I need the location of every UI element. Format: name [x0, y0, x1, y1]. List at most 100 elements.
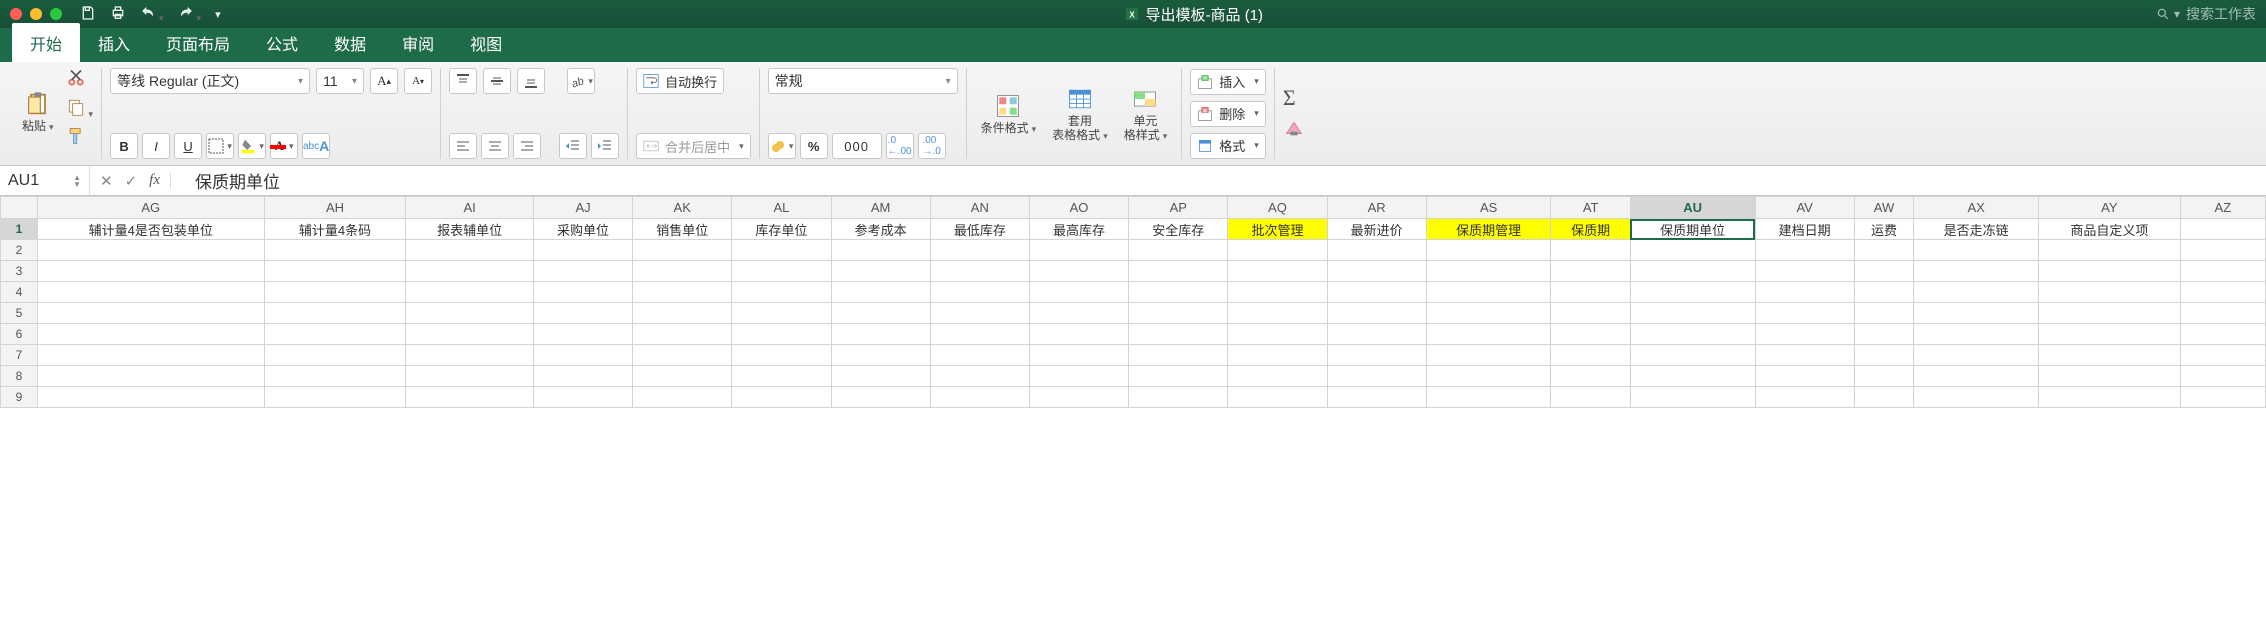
- cell-AN5[interactable]: [930, 303, 1029, 324]
- cell-AM2[interactable]: [831, 240, 930, 261]
- cell-AH7[interactable]: [264, 345, 406, 366]
- cell-AG4[interactable]: [37, 282, 264, 303]
- tab-view[interactable]: 视图: [452, 23, 520, 62]
- cell-AP1[interactable]: 安全库存: [1129, 219, 1228, 240]
- currency-button[interactable]: [768, 133, 796, 159]
- increase-font-button[interactable]: A▴: [370, 68, 398, 94]
- cell-AU6[interactable]: [1630, 324, 1755, 345]
- redo-icon[interactable]: [178, 5, 202, 24]
- cell-AW3[interactable]: [1854, 261, 1914, 282]
- cell-AX9[interactable]: [1914, 387, 2039, 408]
- cell-AJ1[interactable]: 采购单位: [533, 219, 632, 240]
- copy-icon[interactable]: [66, 97, 94, 120]
- cell-AT1[interactable]: 保质期: [1551, 219, 1630, 240]
- cell-AN4[interactable]: [930, 282, 1029, 303]
- cell-AH4[interactable]: [264, 282, 406, 303]
- column-header-AP[interactable]: AP: [1129, 197, 1228, 219]
- cell-AV3[interactable]: [1755, 261, 1854, 282]
- comma-style-button[interactable]: 000: [832, 133, 882, 159]
- cell-AS3[interactable]: [1426, 261, 1551, 282]
- cell-AS4[interactable]: [1426, 282, 1551, 303]
- cell-AQ9[interactable]: [1228, 387, 1327, 408]
- cell-AY7[interactable]: [2038, 345, 2180, 366]
- cell-AP3[interactable]: [1129, 261, 1228, 282]
- select-all-corner[interactable]: [1, 197, 38, 219]
- format-as-table-button[interactable]: 套用 表格格式: [1046, 70, 1114, 158]
- cell-AW7[interactable]: [1854, 345, 1914, 366]
- cell-AU9[interactable]: [1630, 387, 1755, 408]
- cell-AM5[interactable]: [831, 303, 930, 324]
- print-icon[interactable]: [110, 5, 126, 24]
- format-painter-icon[interactable]: [66, 126, 94, 149]
- cell-AI9[interactable]: [406, 387, 534, 408]
- cell-AR6[interactable]: [1327, 324, 1426, 345]
- cell-AK6[interactable]: [633, 324, 732, 345]
- cell-AR7[interactable]: [1327, 345, 1426, 366]
- column-header-AM[interactable]: AM: [831, 197, 930, 219]
- cell-AQ3[interactable]: [1228, 261, 1327, 282]
- merge-center-button[interactable]: 合并后居中: [636, 133, 751, 159]
- cell-AO9[interactable]: [1029, 387, 1128, 408]
- tab-page-layout[interactable]: 页面布局: [148, 23, 248, 62]
- qat-customize-icon[interactable]: ▾: [215, 8, 221, 21]
- cell-AT5[interactable]: [1551, 303, 1630, 324]
- cell-AT9[interactable]: [1551, 387, 1630, 408]
- row-header-8[interactable]: 8: [1, 366, 38, 387]
- cell-AZ7[interactable]: [2180, 345, 2265, 366]
- cell-AQ4[interactable]: [1228, 282, 1327, 303]
- cell-AK2[interactable]: [633, 240, 732, 261]
- cell-AP8[interactable]: [1129, 366, 1228, 387]
- cell-AO5[interactable]: [1029, 303, 1128, 324]
- cell-AO3[interactable]: [1029, 261, 1128, 282]
- cell-AH1[interactable]: 辅计量4条码: [264, 219, 406, 240]
- cell-AH5[interactable]: [264, 303, 406, 324]
- cell-AR8[interactable]: [1327, 366, 1426, 387]
- minimize-window-button[interactable]: [30, 8, 42, 20]
- decrease-decimal-button[interactable]: .00→.0: [918, 133, 946, 159]
- cell-AL5[interactable]: [732, 303, 831, 324]
- column-header-AG[interactable]: AG: [37, 197, 264, 219]
- column-header-AI[interactable]: AI: [406, 197, 534, 219]
- align-center-button[interactable]: [481, 133, 509, 159]
- cell-AY8[interactable]: [2038, 366, 2180, 387]
- cell-AL9[interactable]: [732, 387, 831, 408]
- row-header-9[interactable]: 9: [1, 387, 38, 408]
- align-right-button[interactable]: [513, 133, 541, 159]
- cell-AH2[interactable]: [264, 240, 406, 261]
- search-box[interactable]: ▾ 搜索工作表: [2156, 4, 2256, 24]
- cell-AU2[interactable]: [1630, 240, 1755, 261]
- number-format-select[interactable]: 常规▾: [768, 68, 958, 94]
- name-box[interactable]: AU1 ▲▼: [0, 166, 90, 195]
- cell-AT3[interactable]: [1551, 261, 1630, 282]
- cell-AO6[interactable]: [1029, 324, 1128, 345]
- cell-AV5[interactable]: [1755, 303, 1854, 324]
- cell-AT7[interactable]: [1551, 345, 1630, 366]
- cell-AJ8[interactable]: [533, 366, 632, 387]
- cell-AX3[interactable]: [1914, 261, 2039, 282]
- cell-styles-button[interactable]: 单元 格样式: [1118, 70, 1174, 158]
- cell-AL7[interactable]: [732, 345, 831, 366]
- cell-AR1[interactable]: 最新进价: [1327, 219, 1426, 240]
- increase-decimal-button[interactable]: .0←.00: [886, 133, 914, 159]
- cell-AT4[interactable]: [1551, 282, 1630, 303]
- cell-AK9[interactable]: [633, 387, 732, 408]
- cell-AG3[interactable]: [37, 261, 264, 282]
- cell-AZ6[interactable]: [2180, 324, 2265, 345]
- cell-AH3[interactable]: [264, 261, 406, 282]
- cell-AI3[interactable]: [406, 261, 534, 282]
- cell-AL6[interactable]: [732, 324, 831, 345]
- spreadsheet-grid[interactable]: AGAHAIAJAKALAMANAOAPAQARASATAUAVAWAXAYAZ…: [0, 196, 2266, 408]
- cell-AU3[interactable]: [1630, 261, 1755, 282]
- cell-AM3[interactable]: [831, 261, 930, 282]
- cell-AJ7[interactable]: [533, 345, 632, 366]
- cell-AZ2[interactable]: [2180, 240, 2265, 261]
- cell-AI7[interactable]: [406, 345, 534, 366]
- cell-AL2[interactable]: [732, 240, 831, 261]
- cell-AN7[interactable]: [930, 345, 1029, 366]
- cell-AP5[interactable]: [1129, 303, 1228, 324]
- column-header-AW[interactable]: AW: [1854, 197, 1914, 219]
- cell-AS5[interactable]: [1426, 303, 1551, 324]
- cell-AG1[interactable]: 辅计量4是否包装单位: [37, 219, 264, 240]
- percent-button[interactable]: %: [800, 133, 828, 159]
- font-size-select[interactable]: 11▾: [316, 68, 364, 94]
